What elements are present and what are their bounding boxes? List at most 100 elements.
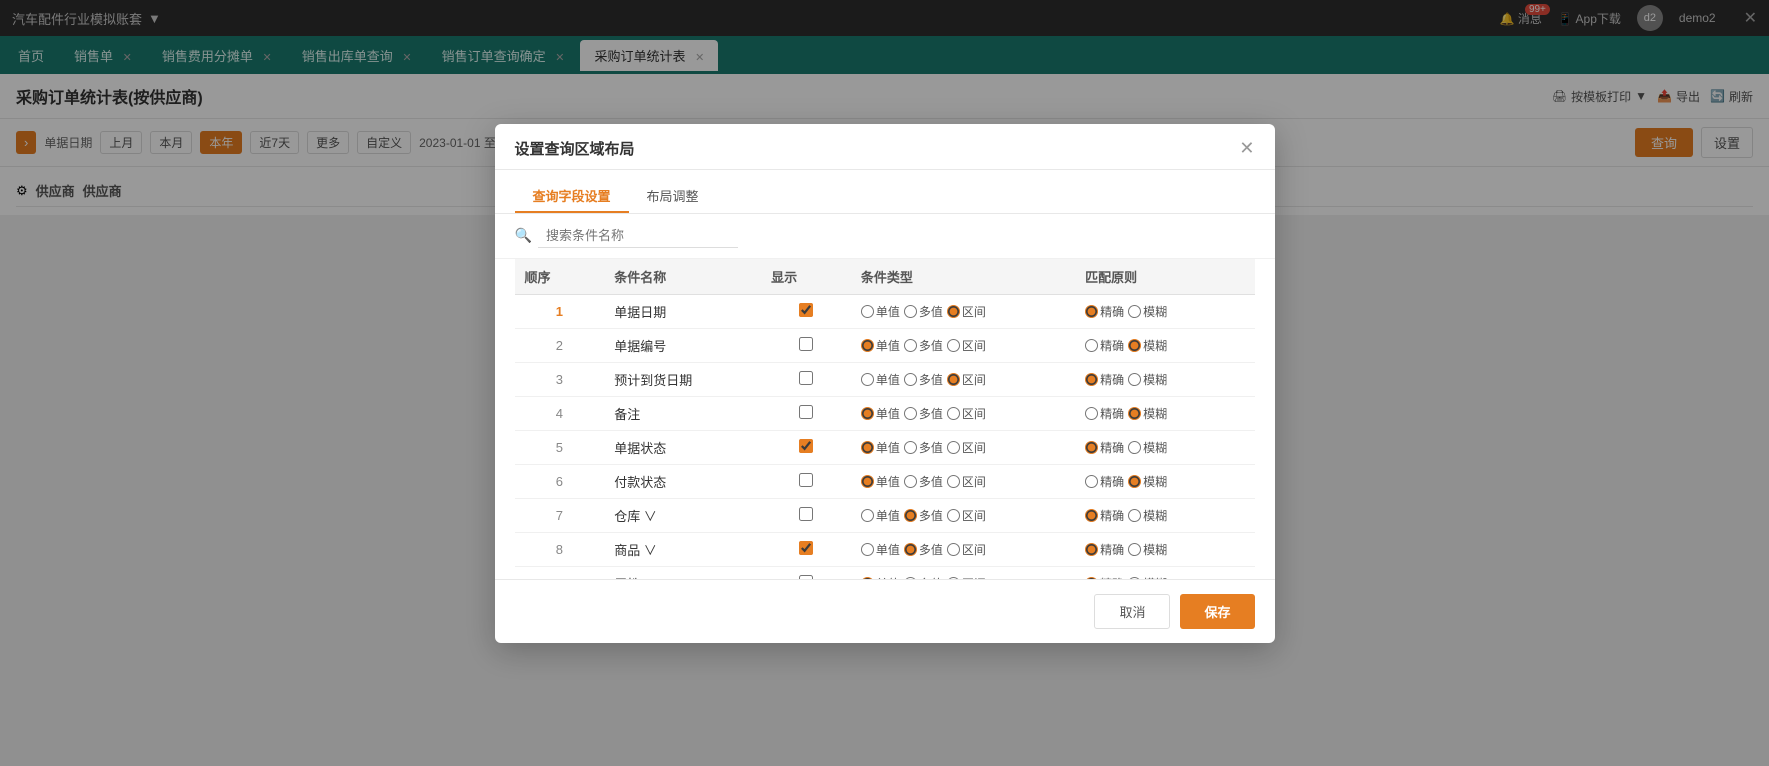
type-radio-多值[interactable] <box>904 509 917 522</box>
type-radio-区间[interactable] <box>947 475 960 488</box>
type-radio-label: 区间 <box>962 371 986 388</box>
type-radio-label: 多值 <box>919 371 943 388</box>
type-radio-label: 区间 <box>962 405 986 422</box>
th-display: 显示 <box>761 259 851 295</box>
type-radio-单值[interactable] <box>861 509 874 522</box>
match-radio-精确[interactable] <box>1085 339 1098 352</box>
match-radio-模糊[interactable] <box>1128 509 1141 522</box>
type-radio-区间[interactable] <box>947 339 960 352</box>
table-row-checkbox-cell <box>761 328 851 362</box>
type-radio-多值[interactable] <box>904 475 917 488</box>
match-radio-模糊[interactable] <box>1128 305 1141 318</box>
table-row-checkbox-cell <box>761 464 851 498</box>
match-radio-精确[interactable] <box>1085 441 1098 454</box>
type-radio-区间[interactable] <box>947 305 960 318</box>
table-row-order: 1 <box>515 294 605 328</box>
type-radio-label: 区间 <box>962 473 986 490</box>
table-row-checkbox-cell <box>761 566 851 579</box>
table-row-name: 付款状态 <box>604 464 761 498</box>
cancel-button[interactable]: 取消 <box>1094 594 1170 629</box>
type-radio-单值[interactable] <box>861 373 874 386</box>
row-display-checkbox[interactable] <box>799 439 813 453</box>
search-icon: 🔍 <box>515 227 532 244</box>
match-radio-精确[interactable] <box>1085 373 1098 386</box>
type-radio-单值[interactable] <box>861 475 874 488</box>
table-row-checkbox-cell <box>761 430 851 464</box>
type-radio-单值[interactable] <box>861 339 874 352</box>
type-radio-单值[interactable] <box>861 407 874 420</box>
row-display-checkbox[interactable] <box>799 303 813 317</box>
match-radio-label: 精确 <box>1100 337 1124 354</box>
type-radio-label: 单值 <box>876 507 900 524</box>
table-row-order: 3 <box>515 362 605 396</box>
match-radio-精确[interactable] <box>1085 509 1098 522</box>
table-row-type-cell: 单值多值区间 <box>851 464 1075 498</box>
row-display-checkbox[interactable] <box>799 337 813 351</box>
type-radio-区间[interactable] <box>947 441 960 454</box>
dialog-tab-query-fields[interactable]: 查询字段设置 <box>515 180 629 213</box>
match-radio-模糊[interactable] <box>1128 407 1141 420</box>
match-radio-label: 模糊 <box>1143 507 1167 524</box>
dialog-table-wrap: 顺序 条件名称 显示 条件类型 匹配原则 1单据日期单值多值区间精确模糊2单据编… <box>495 259 1275 579</box>
dialog-tab-layout[interactable]: 布局调整 <box>629 180 717 213</box>
type-radio-多值[interactable] <box>904 339 917 352</box>
table-row-order: 7 <box>515 498 605 532</box>
type-radio-区间[interactable] <box>947 543 960 556</box>
type-radio-单值[interactable] <box>861 543 874 556</box>
match-radio-label: 精确 <box>1100 541 1124 558</box>
type-radio-区间[interactable] <box>947 509 960 522</box>
row-display-checkbox[interactable] <box>799 541 813 555</box>
match-radio-label: 精确 <box>1100 405 1124 422</box>
th-order: 顺序 <box>515 259 605 295</box>
type-radio-单值[interactable] <box>861 305 874 318</box>
table-row-match-cell: 精确模糊 <box>1075 464 1254 498</box>
match-radio-精确[interactable] <box>1085 305 1098 318</box>
dialog-header: 设置查询区域布局 ✕ <box>495 124 1275 170</box>
match-radio-模糊[interactable] <box>1128 339 1141 352</box>
type-radio-label: 多值 <box>919 541 943 558</box>
type-radio-多值[interactable] <box>904 305 917 318</box>
th-match: 匹配原则 <box>1075 259 1254 295</box>
type-radio-区间[interactable] <box>947 407 960 420</box>
row-display-checkbox[interactable] <box>799 473 813 487</box>
type-radio-多值[interactable] <box>904 407 917 420</box>
type-radio-多值[interactable] <box>904 441 917 454</box>
table-row-type-cell: 单值多值区间 <box>851 430 1075 464</box>
table-row-match-cell: 精确模糊 <box>1075 430 1254 464</box>
match-radio-模糊[interactable] <box>1128 373 1141 386</box>
match-radio-精确[interactable] <box>1085 475 1098 488</box>
match-radio-label: 模糊 <box>1143 371 1167 388</box>
th-type: 条件类型 <box>851 259 1075 295</box>
type-radio-label: 多值 <box>919 405 943 422</box>
type-radio-label: 单值 <box>876 371 900 388</box>
match-radio-label: 精确 <box>1100 439 1124 456</box>
type-radio-label: 单值 <box>876 337 900 354</box>
table-row-order: 9 <box>515 566 605 579</box>
table-row-match-cell: 精确模糊 <box>1075 532 1254 566</box>
dialog-tab-layout-label: 布局调整 <box>647 189 699 204</box>
dialog-close-button[interactable]: ✕ <box>1239 138 1254 159</box>
match-radio-模糊[interactable] <box>1128 441 1141 454</box>
table-row-type-cell: 单值多值区间 <box>851 328 1075 362</box>
match-radio-精确[interactable] <box>1085 407 1098 420</box>
type-radio-多值[interactable] <box>904 543 917 556</box>
table-row-order: 6 <box>515 464 605 498</box>
type-radio-多值[interactable] <box>904 373 917 386</box>
match-radio-模糊[interactable] <box>1128 543 1141 556</box>
table-row-checkbox-cell <box>761 362 851 396</box>
type-radio-label: 区间 <box>962 541 986 558</box>
match-radio-label: 模糊 <box>1143 303 1167 320</box>
dialog-search-area: 🔍 <box>495 214 1275 259</box>
type-radio-单值[interactable] <box>861 441 874 454</box>
table-row-name: 预计到货日期 <box>604 362 761 396</box>
search-input[interactable] <box>538 224 738 248</box>
row-display-checkbox[interactable] <box>799 371 813 385</box>
row-display-checkbox[interactable] <box>799 507 813 521</box>
match-radio-精确[interactable] <box>1085 543 1098 556</box>
match-radio-模糊[interactable] <box>1128 475 1141 488</box>
type-radio-区间[interactable] <box>947 373 960 386</box>
row-display-checkbox[interactable] <box>799 405 813 419</box>
save-button[interactable]: 保存 <box>1180 594 1254 629</box>
table-row-type-cell: 单值多值区间 <box>851 566 1075 579</box>
table-row-name: 属性 ∨ <box>604 566 761 579</box>
